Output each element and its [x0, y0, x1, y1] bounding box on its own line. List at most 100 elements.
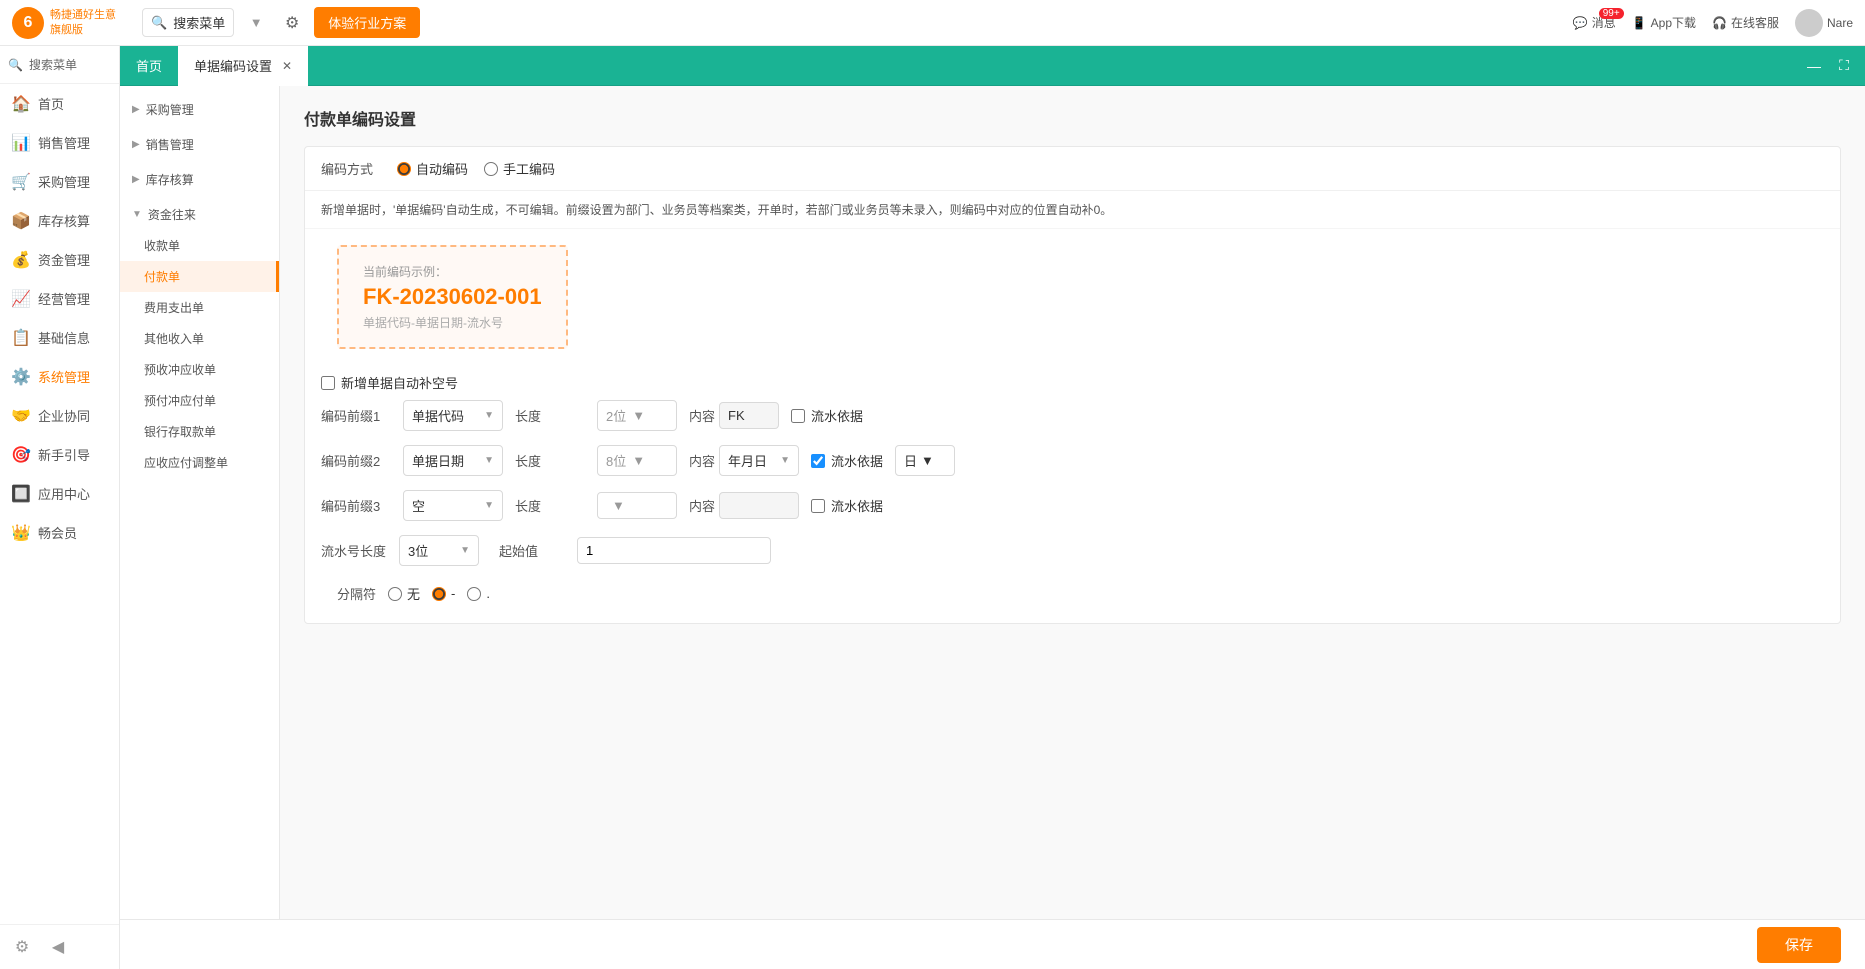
submenu-item-prepay-payable[interactable]: 预付冲应付单 [120, 385, 279, 416]
radio-auto[interactable]: 自动编码 [397, 159, 468, 178]
separator-label: 分隔符 [337, 584, 376, 603]
serial1-checkbox[interactable]: 流水依据 [791, 406, 863, 425]
download-icon: 📱 [1632, 16, 1647, 30]
content3-label: 内容 [689, 496, 715, 515]
logo-text: 畅捷通好生意 旗舰版 [50, 8, 116, 37]
submenu-item-payment[interactable]: 付款单 [120, 261, 279, 292]
sidebar-item-purchase[interactable]: 🛒 采购管理 [0, 162, 119, 201]
serial-length-select[interactable]: 3位 ▼ [399, 535, 479, 566]
radio-auto-input[interactable] [397, 162, 411, 176]
content-wrapper: 首页 单据编码设置 ✕ — ⛶ ▶ 采购管理 [120, 46, 1865, 969]
sidebar-item-guide[interactable]: 🎯 新手引导 [0, 435, 119, 474]
chevron-down-icon: ▼ [780, 455, 790, 466]
sep-dash-input[interactable] [432, 587, 446, 601]
sep-dot-radio[interactable]: . [467, 586, 490, 601]
service-icon: 🎧 [1712, 16, 1727, 30]
content1-value: FK [719, 402, 779, 429]
content2-label: 内容 [689, 451, 715, 470]
avatar [1795, 9, 1823, 37]
sidebar-item-basic-info[interactable]: 📋 基础信息 [0, 318, 119, 357]
chevron-down-icon: ▼ [632, 453, 645, 468]
serial1-input[interactable] [791, 409, 805, 423]
sidebar-item-home[interactable]: 🏠 首页 [0, 84, 119, 123]
sidebar: 🔍 首页 搜索菜单 🏠 首页 📊 销售管理 🛒 采购管理 📦 库存核算 💰 资金… [0, 46, 120, 969]
sidebar-item-appstore[interactable]: 🔲 应用中心 [0, 474, 119, 513]
experience-btn[interactable]: 体验行业方案 [314, 7, 420, 38]
radio-manual[interactable]: 手工编码 [484, 159, 555, 178]
prefix1-label: 编码前缀1 [321, 406, 391, 425]
topbar-dropdown[interactable]: ▼ [242, 9, 270, 37]
content1-group: 内容 FK [689, 402, 779, 429]
submenu-group-inventory-title[interactable]: ▶ 库存核算 [120, 164, 279, 195]
sidebar-item-enterprise[interactable]: 🤝 企业协同 [0, 396, 119, 435]
submenu-item-expense[interactable]: 费用支出单 [120, 292, 279, 323]
serial2-checkbox[interactable]: 流水依据 [811, 451, 883, 470]
content2-select[interactable]: 年月日 ▼ [719, 445, 799, 476]
submenu-item-receipt[interactable]: 收款单 [120, 230, 279, 261]
sep-none-radio[interactable]: 无 [388, 584, 420, 603]
length2-select[interactable]: 8位 ▼ [597, 445, 677, 476]
enterprise-icon: 🤝 [12, 407, 30, 425]
collapse-btn[interactable]: ◀ [44, 933, 72, 961]
sidebar-item-finance[interactable]: 💰 资金管理 [0, 240, 119, 279]
sep-none-input[interactable] [388, 587, 402, 601]
submenu-group-purchase: ▶ 采购管理 [120, 94, 279, 125]
chevron-down-icon: ▼ [612, 498, 625, 513]
message-btn[interactable]: 💬 消息 99+ [1573, 14, 1616, 31]
sidebar-item-sales[interactable]: 📊 销售管理 [0, 123, 119, 162]
prefix3-select[interactable]: 空 ▼ [403, 490, 503, 521]
serial-length-label: 流水号长度 [321, 541, 391, 560]
settings-icon[interactable]: ⚙ [278, 9, 306, 37]
auto-fill-checkbox[interactable]: 新增单据自动补空号 [321, 373, 458, 392]
serial3-input[interactable] [811, 499, 825, 513]
chevron-down-icon: ▼ [484, 455, 494, 466]
search-icon: 🔍 [8, 58, 23, 72]
serial3-checkbox[interactable]: 流水依据 [811, 496, 883, 515]
save-button[interactable]: 保存 [1757, 927, 1841, 963]
submenu-item-other-income[interactable]: 其他收入单 [120, 323, 279, 354]
search-menu[interactable]: 🔍 搜索菜单 [142, 8, 234, 37]
sep-dot-input[interactable] [467, 587, 481, 601]
encoding-radio-group: 自动编码 手工编码 [397, 159, 555, 178]
download-btn[interactable]: 📱 App下载 [1632, 14, 1696, 31]
sidebar-item-inventory[interactable]: 📦 库存核算 [0, 201, 119, 240]
tab-close-btn[interactable]: ✕ [282, 59, 292, 73]
sidebar-item-operations[interactable]: 📈 经营管理 [0, 279, 119, 318]
sidebar-item-system[interactable]: ⚙️ 系统管理 [0, 357, 119, 396]
day-select[interactable]: 日 ▼ [895, 445, 955, 476]
submenu-group-purchase-title[interactable]: ▶ 采购管理 [120, 94, 279, 125]
sidebar-search[interactable]: 🔍 首页 搜索菜单 [0, 46, 119, 84]
topbar: 6 畅捷通好生意 旗舰版 🔍 搜索菜单 ▼ ⚙ 体验行业方案 💬 消息 99+ … [0, 0, 1865, 46]
length1-select[interactable]: 2位 ▼ [597, 400, 677, 431]
submenu-item-prepay-receivable[interactable]: 预收冲应收单 [120, 354, 279, 385]
logo-icon: 6 [12, 7, 44, 39]
start-value-input[interactable] [577, 537, 771, 564]
radio-manual-input[interactable] [484, 162, 498, 176]
prefix1-select[interactable]: 单据代码 ▼ [403, 400, 503, 431]
submenu-item-bank[interactable]: 银行存取款单 [120, 416, 279, 447]
length3-select[interactable]: ▼ [597, 492, 677, 519]
code-preview-sub: 单据代码-单据日期-流水号 [363, 314, 542, 331]
logo: 6 畅捷通好生意 旗舰版 [12, 7, 132, 39]
submenu-group-capital-title[interactable]: ▼ 资金往来 [120, 199, 279, 230]
minimize-btn[interactable]: — [1801, 53, 1827, 79]
tab-encoding-settings[interactable]: 单据编码设置 ✕ [178, 46, 308, 86]
prefix2-select[interactable]: 单据日期 ▼ [403, 445, 503, 476]
service-btn[interactable]: 🎧 在线客服 [1712, 14, 1779, 31]
sidebar-item-member[interactable]: 👑 畅会员 [0, 513, 119, 552]
maximize-btn[interactable]: ⛶ [1831, 53, 1857, 79]
arrow-icon: ▶ [132, 174, 140, 185]
submenu-group-sales-title[interactable]: ▶ 销售管理 [120, 129, 279, 160]
inventory-icon: 📦 [12, 212, 30, 230]
sep-dash-radio[interactable]: - [432, 586, 455, 601]
settings-bottom-btn[interactable]: ⚙ [8, 933, 36, 961]
config-rows: 编码前缀1 单据代码 ▼ 长度 2位 ▼ 内容 [305, 400, 1840, 623]
auto-fill-input[interactable] [321, 376, 335, 390]
code-preview-label: 当前编码示例： [363, 263, 542, 280]
user-area[interactable]: Nare [1795, 9, 1853, 37]
expand-arrow-icon: ▼ [132, 209, 142, 220]
tab-home[interactable]: 首页 [120, 46, 178, 86]
submenu-item-adjust[interactable]: 应收应付调整单 [120, 447, 279, 478]
serial2-input[interactable] [811, 454, 825, 468]
guide-icon: 🎯 [12, 446, 30, 464]
